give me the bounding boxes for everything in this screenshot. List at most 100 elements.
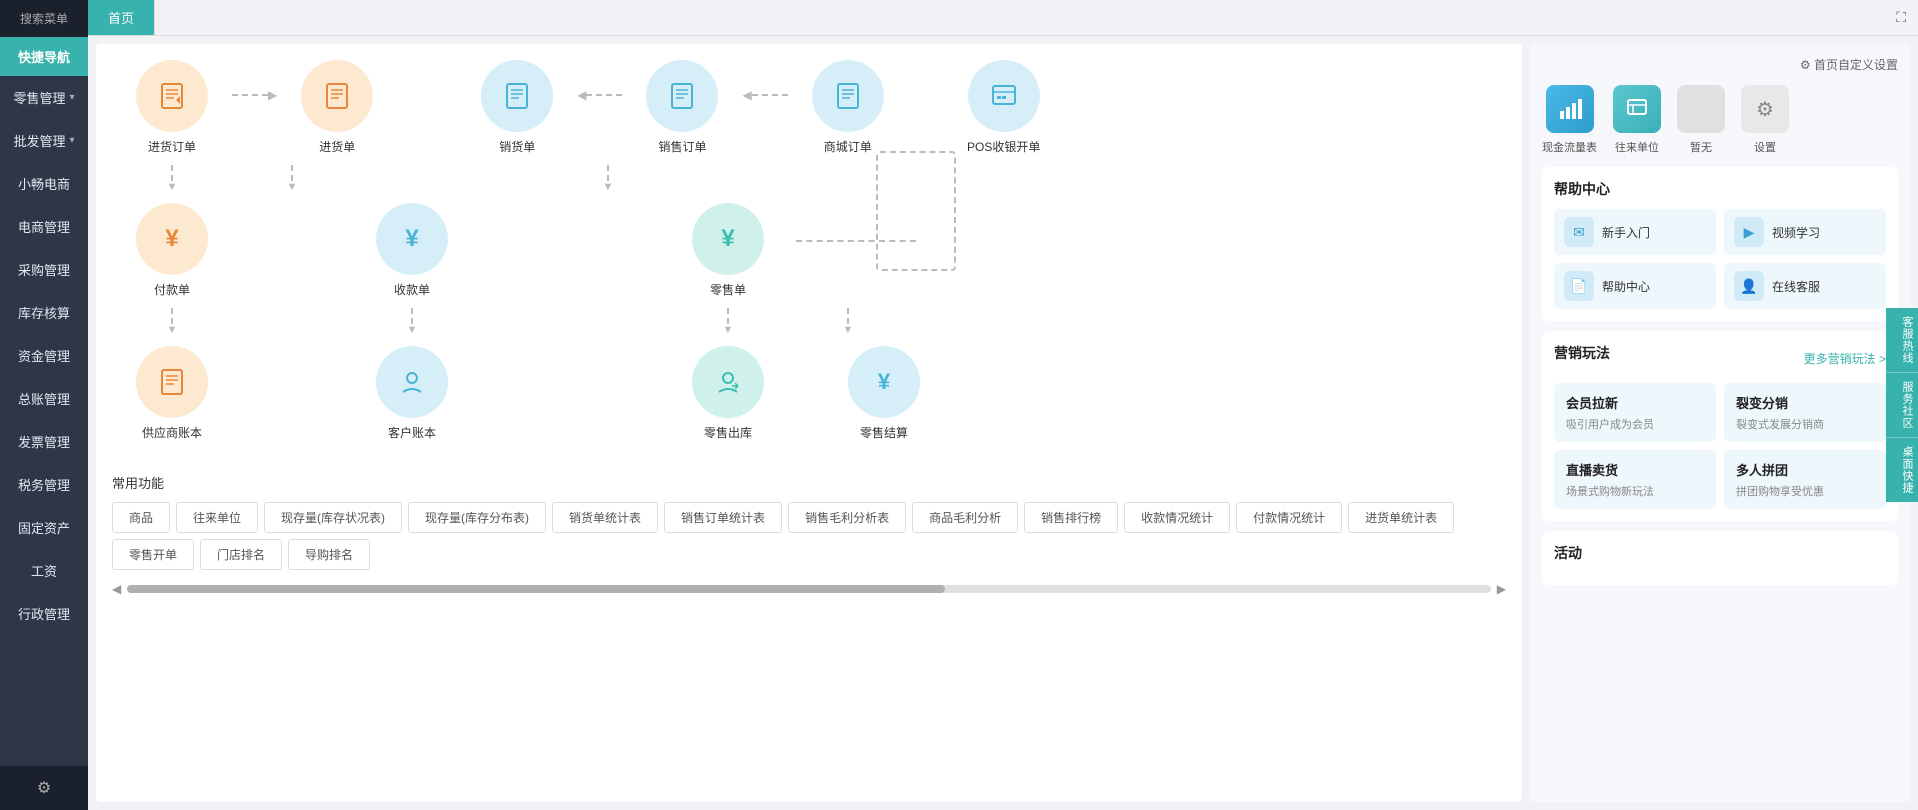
func-btn-sales-rank[interactable]: 销售排行榜 [1024, 502, 1118, 533]
scroll-thumb [127, 585, 945, 593]
func-btn-guide-rank[interactable]: 导购排名 [288, 539, 370, 570]
help-center-title: 帮助中心 [1554, 179, 1886, 199]
marketing-item-live[interactable]: 直播卖货 场景式购物新玩法 [1554, 450, 1716, 509]
marketing-item-fission[interactable]: 裂变分销 裂变式发展分销商 [1724, 383, 1886, 442]
sidebar-item-invoice[interactable]: 发票管理 [0, 420, 88, 463]
help-grid: ✉ 新手入门 ▶ 视频学习 📄 帮助中心 👤 在线客服 [1554, 209, 1886, 309]
func-btn-product-profit[interactable]: 商品毛利分析 [912, 502, 1018, 533]
v-arrows-1: ▼ ▼ ▼ [112, 165, 1506, 193]
float-btn-community[interactable]: 服务社区 [1886, 373, 1918, 438]
help-center: 帮助中心 ✉ 新手入门 ▶ 视频学习 📄 帮助中心 👤 [1542, 167, 1898, 321]
flow-chart: 进货订单 ▶ 进货单 [112, 60, 1506, 457]
func-btn-receipt-stat[interactable]: 收款情况统计 [1124, 502, 1230, 533]
flow-row-3: 供应商账本 客户账本 [112, 346, 1506, 441]
help-item-help[interactable]: 📄 帮助中心 [1554, 263, 1716, 309]
func-btn-retail-order[interactable]: 零售开单 [112, 539, 194, 570]
flow-node-customer-ledger[interactable]: 客户账本 [352, 346, 472, 441]
sidebar-settings-button[interactable]: ⚙ [0, 766, 88, 810]
main-area: 首页 ⛶ 进货订单 [88, 0, 1918, 810]
flow-row-1: 进货订单 ▶ 进货单 [112, 60, 1506, 155]
tab-home[interactable]: 首页 [88, 0, 155, 35]
arrow-h-2: ◀ [577, 88, 622, 128]
func-buttons-grid: 商品 往来单位 现存量(库存状况表) 现存量(库存分布表) 销货单统计表 销售订… [112, 502, 1506, 570]
marketing-title: 营销玩法 [1554, 343, 1610, 363]
quick-icon-none[interactable]: 暂无 [1677, 85, 1725, 155]
flow-node-sales[interactable]: 销货单 [457, 60, 577, 155]
sidebar-item-inventory[interactable]: 库存核算 [0, 291, 88, 334]
sidebar-item-retail[interactable]: 零售管理 ▾ [0, 76, 88, 119]
chevron-down-icon: ▾ [69, 92, 74, 103]
left-panel: 进货订单 ▶ 进货单 [96, 44, 1522, 802]
common-func-title: 常用功能 [112, 473, 1506, 492]
float-btn-desktop[interactable]: 桌面快捷 [1886, 438, 1918, 502]
help-item-beginner[interactable]: ✉ 新手入门 [1554, 209, 1716, 255]
flow-node-supplier-ledger[interactable]: 供应商账本 [112, 346, 232, 441]
quick-icons-row: 现金流量表 往来单位 暂无 ⚙ 设置 [1542, 85, 1898, 155]
func-btn-product[interactable]: 商品 [112, 502, 170, 533]
sidebar-item-purchase[interactable]: 采购管理 [0, 248, 88, 291]
v-arrows-2: ▼ ▼ ▼ ▼ [112, 308, 1506, 336]
tab-bar: 首页 ⛶ [88, 0, 1918, 36]
flow-node-purchase[interactable]: 进货单 [277, 60, 397, 155]
func-btn-stock2[interactable]: 现存量(库存分布表) [408, 502, 546, 533]
func-btn-purchase-stat[interactable]: 进货单统计表 [1348, 502, 1454, 533]
sidebar: 搜索菜单 快捷导航 零售管理 ▾ 批发管理 ▾ 小畅电商 电商管理 采购管理 库… [0, 0, 88, 810]
quick-icon-units[interactable]: 往来单位 [1613, 85, 1661, 155]
sidebar-item-salary[interactable]: 工资 [0, 549, 88, 592]
fullscreen-button[interactable]: ⛶ [1884, 0, 1918, 35]
common-functions: 常用功能 商品 往来单位 现存量(库存状况表) 现存量(库存分布表) 销货单统计… [112, 473, 1506, 570]
marketing-section: 营销玩法 更多营销玩法 > 会员拉新 吸引用户成为会员 裂变分销 裂变式发展分销… [1542, 331, 1898, 521]
flow-node-purchase-order[interactable]: 进货订单 [112, 60, 232, 155]
flow-node-payment[interactable]: ¥ 付款单 [112, 203, 232, 298]
func-btn-payment-stat[interactable]: 付款情况统计 [1236, 502, 1342, 533]
flow-node-retail-settlement[interactable]: ¥ 零售结算 [824, 346, 944, 441]
sidebar-item-admin[interactable]: 行政管理 [0, 592, 88, 635]
func-btn-sales-order-stat[interactable]: 销售订单统计表 [664, 502, 782, 533]
func-btn-stock1[interactable]: 现存量(库存状况表) [264, 502, 402, 533]
pos-arrow [796, 240, 916, 262]
marketing-header: 营销玩法 更多营销玩法 > [1554, 343, 1886, 373]
flow-node-retail-bill[interactable]: ¥ 零售单 [668, 203, 788, 298]
retail-bill-group: ¥ 零售单 [668, 203, 916, 298]
sidebar-quick-nav[interactable]: 快捷导航 [0, 37, 88, 76]
scroll-left-arrow[interactable]: ◀ [112, 582, 121, 596]
flow-node-sales-order[interactable]: 销售订单 [622, 60, 742, 155]
settings-row: ⚙ 首页自定义设置 [1542, 56, 1898, 77]
quick-icon-settings[interactable]: ⚙ 设置 [1741, 85, 1789, 155]
flow-node-retail-out[interactable]: 零售出库 [668, 346, 788, 441]
func-btn-sales-stat[interactable]: 销货单统计表 [552, 502, 658, 533]
flow-node-mall-order[interactable]: 商城订单 [788, 60, 908, 155]
float-btn-customer-service[interactable]: 客服热线 [1886, 308, 1918, 373]
more-marketing-link[interactable]: 更多营销玩法 > [1804, 350, 1886, 367]
flow-node-pos[interactable]: POS收银开单 [944, 60, 1064, 155]
homepage-settings-button[interactable]: ⚙ 首页自定义设置 [1800, 56, 1898, 73]
content-area: 进货订单 ▶ 进货单 [88, 36, 1918, 810]
float-buttons: 客服热线 服务社区 桌面快捷 [1886, 308, 1918, 502]
func-btn-store-rank[interactable]: 门店排名 [200, 539, 282, 570]
scroll-area: ◀ ▶ [112, 582, 1506, 596]
activity-section: 活动 [1542, 531, 1898, 585]
sidebar-item-ecommerce[interactable]: 电商管理 [0, 205, 88, 248]
sidebar-search[interactable]: 搜索菜单 [0, 0, 88, 37]
scroll-right-arrow[interactable]: ▶ [1497, 582, 1506, 596]
sidebar-item-wholesale[interactable]: 批发管理 ▾ [0, 119, 88, 162]
chevron-down-icon: ▾ [69, 135, 74, 146]
sidebar-item-ecommerce-small[interactable]: 小畅电商 [0, 162, 88, 205]
help-item-video[interactable]: ▶ 视频学习 [1724, 209, 1886, 255]
marketing-item-member[interactable]: 会员拉新 吸引用户成为会员 [1554, 383, 1716, 442]
marketing-item-group[interactable]: 多人拼团 拼团购物享受优惠 [1724, 450, 1886, 509]
arrow-h-3: ◀ [742, 88, 787, 128]
help-item-customer-service[interactable]: 👤 在线客服 [1724, 263, 1886, 309]
sidebar-item-fixed-assets[interactable]: 固定资产 [0, 506, 88, 549]
sidebar-item-general-ledger[interactable]: 总账管理 [0, 377, 88, 420]
func-btn-units[interactable]: 往来单位 [176, 502, 258, 533]
marketing-grid: 会员拉新 吸引用户成为会员 裂变分销 裂变式发展分销商 直播卖货 场景式购物新玩… [1554, 383, 1886, 509]
scroll-track[interactable] [127, 585, 1491, 593]
right-panel: ⚙ 首页自定义设置 现金流量表 往来单位 暂 [1530, 44, 1910, 802]
func-btn-sales-profit[interactable]: 销售毛利分析表 [788, 502, 906, 533]
flow-row-2: ¥ 付款单 ¥ 收款单 ¥ 零售单 [112, 203, 1506, 298]
flow-node-receipt[interactable]: ¥ 收款单 [352, 203, 472, 298]
sidebar-item-finance[interactable]: 资金管理 [0, 334, 88, 377]
sidebar-item-tax[interactable]: 税务管理 [0, 463, 88, 506]
quick-icon-cashflow[interactable]: 现金流量表 [1542, 85, 1597, 155]
